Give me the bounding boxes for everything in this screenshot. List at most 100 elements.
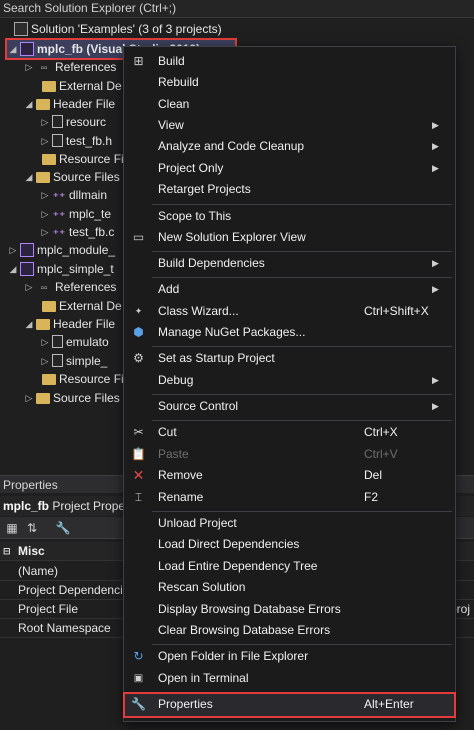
menu-item-load-tree[interactable]: Load Entire Dependency Tree [124, 556, 455, 577]
menu-item-paste[interactable]: 📋 Paste Ctrl+V [124, 444, 455, 465]
tree-item[interactable]: ▷ ⁺⁺ dllmain [40, 186, 107, 204]
menu-item-build-deps[interactable]: Build Dependencies ▶ [124, 253, 455, 274]
tree-item[interactable]: Resource Fi [40, 370, 124, 388]
menu-item-cut[interactable]: ✂ Cut Ctrl+X [124, 422, 455, 443]
menu-item-analyze[interactable]: Analyze and Code Cleanup ▶ [124, 136, 455, 157]
tree-item[interactable]: ◢ Header File [24, 315, 116, 333]
nuget-icon: ⬢ [133, 325, 144, 339]
tree-item[interactable]: ▷ mplc_module_ [8, 241, 115, 259]
menu-label: Project Only [158, 161, 224, 175]
collapse-arrow-icon[interactable]: ◢ [8, 40, 18, 58]
clipboard-icon: 📋 [131, 447, 146, 461]
collapse-arrow-icon[interactable]: ◢ [24, 95, 34, 113]
submenu-arrow-icon: ▶ [432, 375, 439, 385]
menu-item-build[interactable]: ⊞ Build [124, 51, 455, 72]
expand-arrow-icon[interactable]: ▷ [40, 333, 50, 351]
rename-icon: ⌶ [134, 490, 143, 504]
menu-item-load-direct[interactable]: Load Direct Dependencies [124, 534, 455, 555]
tree-item-label: Source Files [53, 170, 120, 184]
collapse-arrow-icon[interactable]: ◢ [8, 260, 18, 278]
shortcut-label: Alt+Enter [364, 697, 414, 711]
tree-item[interactable]: ▷ ▫▫ References [24, 58, 117, 76]
tree-item[interactable]: ▷ test_fb.h [40, 132, 113, 150]
tree-item[interactable]: ▷ simple_ [40, 352, 108, 370]
menu-label: Rebuild [158, 75, 199, 89]
menu-item-retarget[interactable]: Retarget Projects [124, 179, 455, 200]
menu-item-open-terminal[interactable]: ▣ Open in Terminal [124, 668, 455, 689]
collapse-icon[interactable]: ⊟ [3, 542, 11, 561]
folder-icon [42, 301, 56, 313]
expand-arrow-icon[interactable]: ▷ [40, 205, 50, 223]
menu-label: Analyze and Code Cleanup [158, 139, 305, 153]
expand-arrow-icon[interactable]: ▷ [40, 113, 50, 131]
menu-item-nuget[interactable]: ⬢ Manage NuGet Packages... [124, 322, 455, 343]
menu-item-class-wizard[interactable]: ✦ Class Wizard... Ctrl+Shift+X [124, 301, 455, 322]
menu-label: Display Browsing Database Errors [158, 602, 341, 616]
menu-item-startup[interactable]: ⚙ Set as Startup Project [124, 348, 455, 369]
menu-item-debug[interactable]: Debug ▶ [124, 370, 455, 391]
menu-item-rescan[interactable]: Rescan Solution [124, 577, 455, 598]
expand-arrow-icon[interactable]: ▷ [8, 241, 18, 259]
menu-item-display-errors[interactable]: Display Browsing Database Errors [124, 599, 455, 620]
tree-item-label: simple_ [66, 354, 108, 368]
search-input[interactable]: Search Solution Explorer (Ctrl+;) [0, 0, 474, 18]
wrench-icon[interactable]: 🔧 [55, 520, 71, 536]
expand-arrow-icon[interactable]: ▷ [40, 186, 50, 204]
tree-item[interactable]: Resource Fi [40, 150, 124, 168]
menu-item-project-only[interactable]: Project Only ▶ [124, 158, 455, 179]
tree-item[interactable]: ▷ ⁺⁺ test_fb.c [40, 223, 115, 241]
tree-item[interactable]: ▷ ⁺⁺ mplc_te [40, 205, 112, 223]
expand-arrow-icon[interactable]: ▷ [24, 278, 34, 296]
expand-arrow-icon[interactable]: ▷ [24, 58, 34, 76]
menu-label: Add [158, 282, 180, 296]
menu-item-properties[interactable]: 🔧 Properties Alt+Enter [124, 694, 455, 715]
tree-item[interactable]: ▷ resourc [40, 113, 106, 131]
build-icon: ⊞ [133, 54, 144, 68]
expand-arrow-icon[interactable]: ▷ [40, 223, 50, 241]
cpp-file-icon: ⁺⁺ [52, 226, 66, 241]
menu-item-rename[interactable]: ⌶ Rename F2 [124, 487, 455, 508]
menu-label: Manage NuGet Packages... [158, 325, 306, 339]
menu-label: Class Wizard... [158, 304, 239, 318]
alphabetical-icon[interactable]: ⇅ [24, 520, 40, 536]
tree-item-label: External De [59, 79, 122, 93]
tree-item[interactable]: ▷ emulato [40, 333, 109, 351]
menu-item-source-control[interactable]: Source Control ▶ [124, 396, 455, 417]
menu-item-rebuild[interactable]: Rebuild [124, 72, 455, 93]
tree-item-label: Resource Fi [59, 372, 124, 386]
menu-item-scope[interactable]: Scope to This [124, 206, 455, 227]
terminal-icon: ▣ [133, 673, 144, 684]
menu-item-add[interactable]: Add ▶ [124, 279, 455, 300]
menu-item-clear-errors[interactable]: Clear Browsing Database Errors [124, 620, 455, 641]
categorized-icon[interactable]: ▦ [4, 520, 20, 536]
collapse-arrow-icon[interactable]: ◢ [24, 168, 34, 186]
menu-item-new-view[interactable]: ▭ New Solution Explorer View [124, 227, 455, 248]
menu-item-view[interactable]: View ▶ [124, 115, 455, 136]
tree-item[interactable]: External De [40, 77, 122, 95]
tree-item[interactable]: External De [40, 297, 122, 315]
gear-icon: ⚙ [133, 351, 144, 365]
expand-arrow-icon[interactable]: ▷ [40, 132, 50, 150]
tree-item[interactable]: ▷ Source Files [24, 389, 120, 407]
tree-item-label: mplc_te [69, 207, 112, 221]
tree-item[interactable]: ▷ ▫▫ References [24, 278, 117, 296]
menu-label: Unload Project [158, 516, 237, 530]
menu-separator [152, 204, 452, 205]
tree-item-label: test_fb.h [66, 134, 113, 148]
cpp-file-icon: ⁺⁺ [52, 208, 66, 223]
expand-arrow-icon[interactable]: ▷ [40, 352, 50, 370]
menu-label: Source Control [158, 399, 239, 413]
tree-item[interactable]: ◢ mplc_simple_t [8, 260, 114, 278]
collapse-arrow-icon[interactable]: ◢ [24, 315, 34, 333]
menu-item-remove[interactable]: ✕ Remove Del [124, 465, 455, 486]
expand-arrow-icon[interactable]: ▷ [24, 389, 34, 407]
menu-item-clean[interactable]: Clean [124, 94, 455, 115]
solution-node[interactable]: Solution 'Examples' (3 of 3 projects) [2, 20, 222, 38]
property-name: Root Namespace [18, 621, 111, 635]
tree-item[interactable]: ◢ Source Files [24, 168, 120, 186]
menu-item-unload[interactable]: Unload Project [124, 513, 455, 534]
menu-item-open-folder[interactable]: ↻ Open Folder in File Explorer [124, 646, 455, 667]
wrench-icon: 🔧 [131, 697, 146, 711]
menu-label: Paste [158, 447, 189, 461]
tree-item[interactable]: ◢ Header File [24, 95, 116, 113]
